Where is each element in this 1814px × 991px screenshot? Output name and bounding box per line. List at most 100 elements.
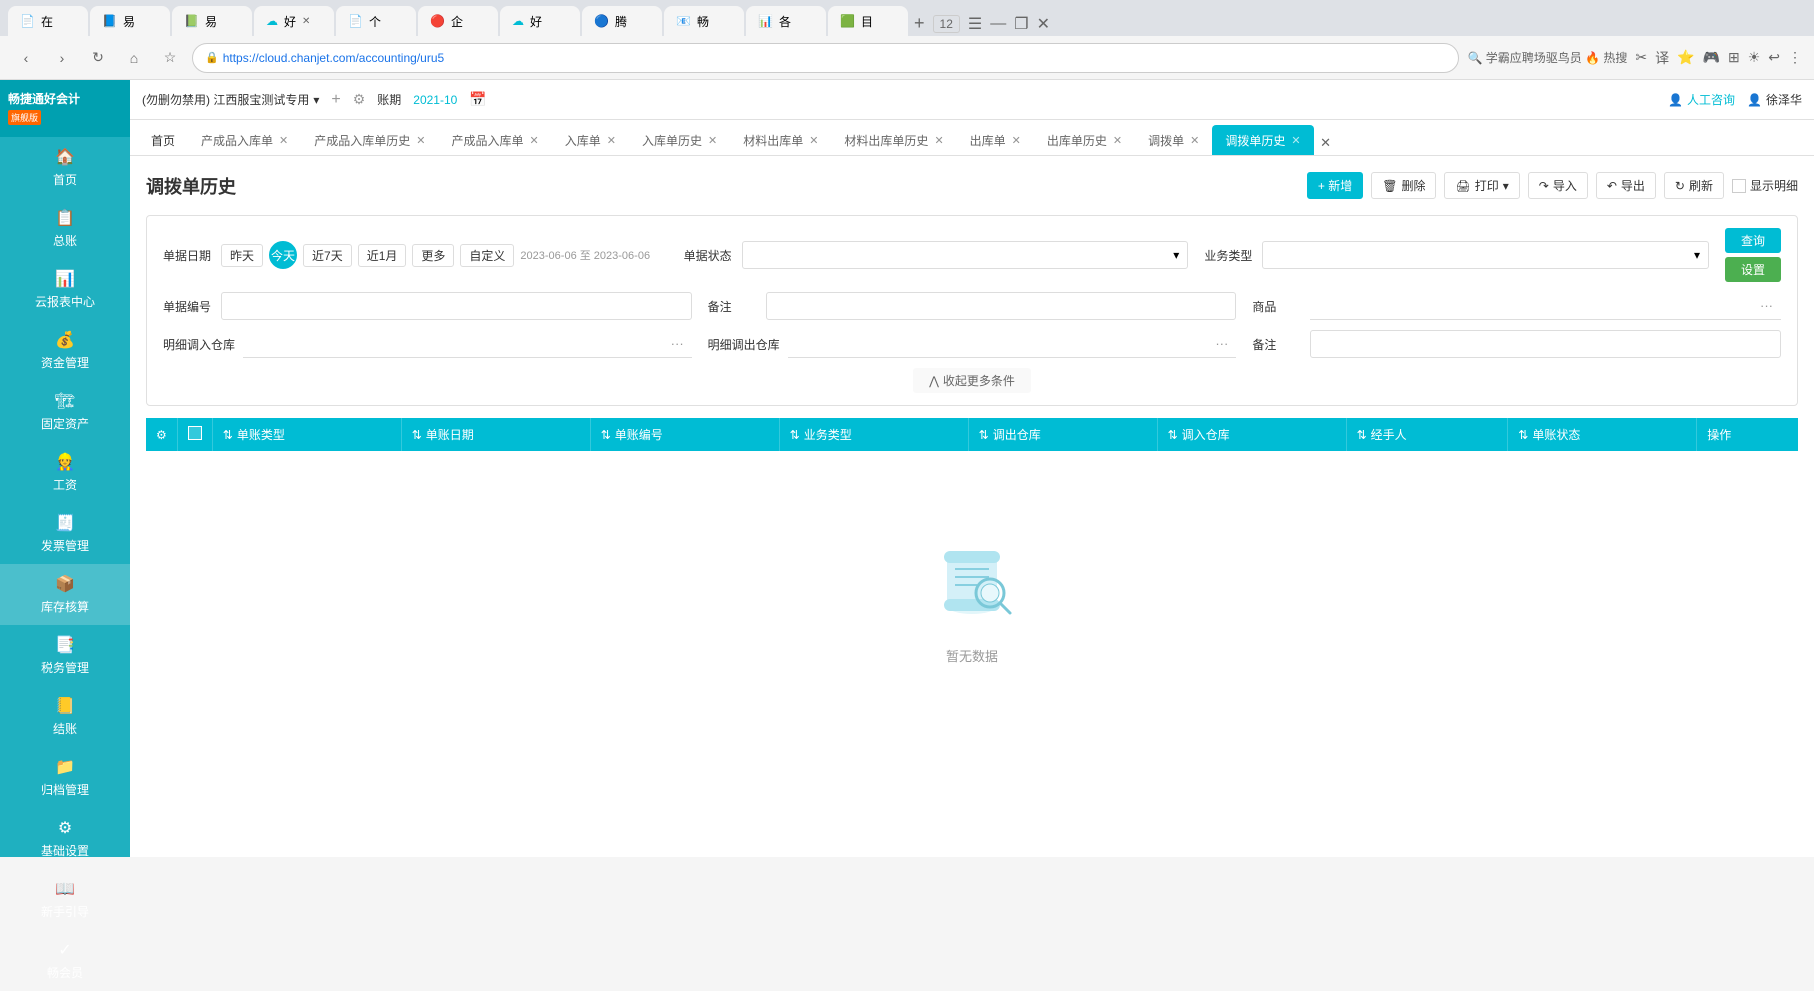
sidebar-item-invoice[interactable]: 🧾 发票管理 bbox=[0, 503, 130, 564]
sidebar-item-ledger[interactable]: 📋 总账 bbox=[0, 198, 130, 259]
yesterday-btn[interactable]: 昨天 bbox=[221, 244, 263, 267]
sidebar-item-settings[interactable]: ⚙ 基础设置 bbox=[0, 808, 130, 869]
collapse-btn[interactable]: ⋀ 收起更多条件 bbox=[913, 368, 1031, 393]
service-btn[interactable]: 👤 人工咨询 bbox=[1668, 91, 1735, 108]
month-btn[interactable]: 近1月 bbox=[358, 244, 407, 267]
goods-dots-btn[interactable]: ··· bbox=[1760, 298, 1773, 313]
goods-input-wrapper[interactable]: ··· bbox=[1310, 292, 1781, 320]
browser-tab-10[interactable]: 📊 各 bbox=[746, 6, 826, 36]
close-all-tabs-btn[interactable]: ✕ bbox=[1314, 131, 1338, 155]
translate-icon[interactable]: 译 bbox=[1655, 48, 1669, 68]
select-all-checkbox[interactable] bbox=[188, 426, 202, 440]
brightness-icon[interactable]: ☀ bbox=[1748, 49, 1761, 66]
status-select[interactable]: ▾ bbox=[742, 241, 1189, 269]
company-settings-btn[interactable]: ⚙ bbox=[353, 91, 366, 108]
search-bar[interactable]: 🔍 学霸应聘场驱鸟员 🔥 热搜 bbox=[1467, 49, 1627, 66]
import-btn[interactable]: ↷ 导入 bbox=[1528, 172, 1588, 199]
week-btn[interactable]: 近7天 bbox=[303, 244, 352, 267]
tab-outbound[interactable]: 出库单 ✕ bbox=[957, 125, 1034, 155]
tab-close-material-outbound[interactable]: ✕ bbox=[809, 134, 818, 147]
th-handler[interactable]: ⇅ 经手人 bbox=[1346, 418, 1508, 451]
new-btn[interactable]: + 新增 bbox=[1307, 172, 1363, 199]
tab-outbound-history[interactable]: 出库单历史 ✕ bbox=[1034, 125, 1135, 155]
extension-icon[interactable]: ⭐ bbox=[1677, 49, 1694, 66]
refresh-btn[interactable]: ↻ 刷新 bbox=[1664, 172, 1724, 199]
th-status[interactable]: ⇅ 单账状态 bbox=[1508, 418, 1697, 451]
grid-icon[interactable]: ⊞ bbox=[1728, 49, 1740, 66]
tab-close-product-inbound-2[interactable]: ✕ bbox=[530, 134, 539, 147]
browser-tab-6[interactable]: 🔴 企 bbox=[418, 6, 498, 36]
sidebar-item-guide[interactable]: 📖 新手引导 bbox=[0, 869, 130, 930]
number-input[interactable] bbox=[221, 292, 692, 320]
company-selector[interactable]: (勿删勿禁用) 江西服宝测试专用 ▾ bbox=[142, 91, 319, 108]
sidebar-item-finance[interactable]: 💰 资金管理 bbox=[0, 320, 130, 381]
out-warehouse-input-wrapper[interactable]: ··· bbox=[788, 330, 1237, 358]
more-btn[interactable]: 更多 bbox=[412, 244, 454, 267]
browser-tab-8[interactable]: 🔵 腾 bbox=[582, 6, 662, 36]
today-btn[interactable]: 今天 bbox=[269, 241, 297, 269]
tab-home[interactable]: 首页 bbox=[138, 125, 188, 155]
th-type[interactable]: ⇅ 单账类型 bbox=[212, 418, 401, 451]
sidebar-item-member[interactable]: ✓ 畅会员 bbox=[0, 930, 130, 991]
th-date[interactable]: ⇅ 单账日期 bbox=[401, 418, 590, 451]
th-number[interactable]: ⇅ 单账编号 bbox=[590, 418, 779, 451]
delete-btn[interactable]: 🗑 删除 bbox=[1371, 172, 1436, 199]
sidebar-item-closing[interactable]: 📒 结账 bbox=[0, 686, 130, 747]
browser-tab-close-4[interactable]: ✕ bbox=[302, 16, 310, 27]
in-warehouse-dots-btn[interactable]: ··· bbox=[671, 336, 684, 351]
tab-close-product-inbound[interactable]: ✕ bbox=[279, 134, 288, 147]
browser-tab-3[interactable]: 📗 易 bbox=[172, 6, 252, 36]
tab-close-outbound[interactable]: ✕ bbox=[1012, 134, 1021, 147]
address-bar[interactable]: 🔒 https://cloud.chanjet.com/accounting/u… bbox=[192, 43, 1459, 73]
tab-product-inbound-2[interactable]: 产成品入库单 ✕ bbox=[438, 125, 551, 155]
minimize-btn[interactable]: — bbox=[990, 15, 1006, 33]
setting-btn[interactable]: 设置 bbox=[1725, 257, 1781, 282]
th-out-warehouse[interactable]: ⇅ 调出仓库 bbox=[968, 418, 1157, 451]
browser-tab-2[interactable]: 📘 易 bbox=[90, 6, 170, 36]
tab-product-inbound[interactable]: 产成品入库单 ✕ bbox=[188, 125, 301, 155]
period-value[interactable]: 2021-10 bbox=[413, 93, 457, 107]
home-btn[interactable]: ⌂ bbox=[120, 44, 148, 72]
undo-icon[interactable]: ↩ bbox=[1768, 49, 1780, 66]
tab-close-inbound-history[interactable]: ✕ bbox=[708, 134, 717, 147]
sidebar-item-home[interactable]: 🏠 首页 bbox=[0, 137, 130, 198]
tab-close-inbound[interactable]: ✕ bbox=[607, 134, 616, 147]
out-warehouse-dots-btn[interactable]: ··· bbox=[1215, 336, 1228, 351]
game-icon[interactable]: 🎮 bbox=[1703, 49, 1720, 66]
tab-transfer[interactable]: 调拨单 ✕ bbox=[1135, 125, 1212, 155]
refresh-browser-btn[interactable]: ↻ bbox=[84, 44, 112, 72]
forward-btn[interactable]: › bbox=[48, 44, 76, 72]
sidebar-item-archive[interactable]: 📁 归档管理 bbox=[0, 747, 130, 808]
th-biz-type[interactable]: ⇅ 业务类型 bbox=[779, 418, 968, 451]
add-company-btn[interactable]: + bbox=[331, 91, 340, 109]
sidebar-item-assets[interactable]: 🏗 固定资产 bbox=[0, 381, 130, 442]
tab-close-material-outbound-history[interactable]: ✕ bbox=[934, 134, 943, 147]
browser-tab-4[interactable]: ☁ 好 ✕ bbox=[254, 6, 334, 36]
browser-tab-5[interactable]: 📄 个 bbox=[336, 6, 416, 36]
note-input[interactable] bbox=[766, 292, 1237, 320]
th-gear[interactable]: ⚙ bbox=[146, 418, 177, 451]
remark-input[interactable] bbox=[1310, 330, 1781, 358]
bookmark-btn[interactable]: ☆ bbox=[156, 44, 184, 72]
print-btn[interactable]: 🖨 打印 ▾ bbox=[1444, 172, 1519, 199]
browser-tab-9[interactable]: 📧 畅 bbox=[664, 6, 744, 36]
display-toggle[interactable]: 显示明细 bbox=[1732, 177, 1798, 194]
tab-close-outbound-history[interactable]: ✕ bbox=[1113, 134, 1122, 147]
in-warehouse-input-wrapper[interactable]: ··· bbox=[243, 330, 692, 358]
tab-list-btn[interactable]: ☰ bbox=[968, 14, 982, 34]
export-btn[interactable]: ↶ 导出 bbox=[1596, 172, 1656, 199]
browser-tab-7[interactable]: ☁ 好 bbox=[500, 6, 580, 36]
tab-inbound[interactable]: 入库单 ✕ bbox=[552, 125, 629, 155]
tab-close-transfer-history[interactable]: ✕ bbox=[1291, 134, 1300, 147]
tab-inbound-history[interactable]: 入库单历史 ✕ bbox=[629, 125, 730, 155]
close-browser-btn[interactable]: ✕ bbox=[1037, 14, 1050, 34]
th-in-warehouse[interactable]: ⇅ 调入仓库 bbox=[1157, 418, 1346, 451]
query-btn[interactable]: 查询 bbox=[1725, 228, 1781, 253]
scissors-icon[interactable]: ✂ bbox=[1635, 49, 1647, 66]
tab-material-outbound[interactable]: 材料出库单 ✕ bbox=[730, 125, 831, 155]
tab-product-inbound-history[interactable]: 产成品入库单历史 ✕ bbox=[301, 125, 438, 155]
menu-icon[interactable]: ⋮ bbox=[1788, 49, 1802, 66]
tab-transfer-history[interactable]: 调拨单历史 ✕ bbox=[1212, 125, 1313, 155]
browser-tab-11[interactable]: 🟩 目 bbox=[828, 6, 908, 36]
custom-btn[interactable]: 自定义 bbox=[460, 244, 514, 267]
